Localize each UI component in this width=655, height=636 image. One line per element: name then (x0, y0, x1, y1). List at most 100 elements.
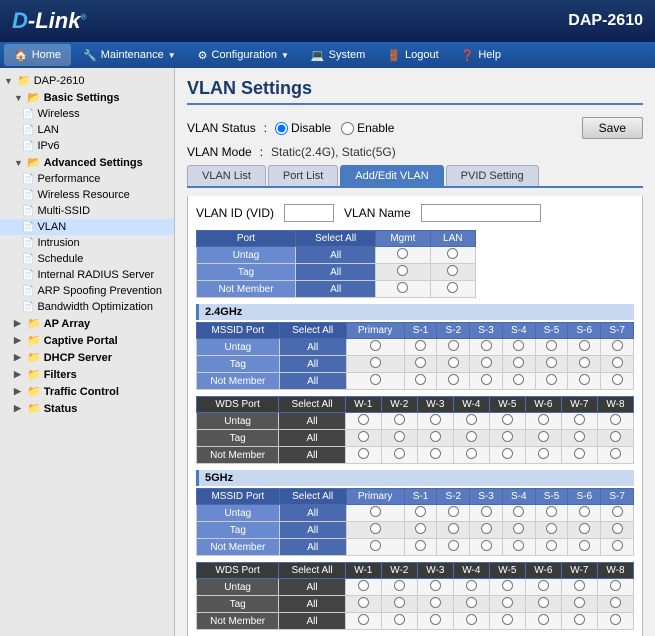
radio-wds5-tag-w4[interactable] (466, 597, 477, 608)
radio-5-tag-pri[interactable] (370, 523, 381, 534)
radio-untag-mgmt[interactable] (397, 248, 408, 259)
radio-wds5-nm-w5[interactable] (502, 614, 513, 625)
radio-wds5-untag-w3[interactable] (430, 580, 441, 591)
radio-5-untag-s7[interactable] (612, 506, 623, 517)
radio-5-tag-s4[interactable] (513, 523, 524, 534)
radio-5-untag-pri[interactable] (370, 506, 381, 517)
radio-tag-mgmt[interactable] (397, 265, 408, 276)
tab-port-list[interactable]: Port List (268, 165, 338, 186)
radio-wds5-nm-w6[interactable] (538, 614, 549, 625)
radio-5-nm-s6[interactable] (579, 540, 590, 551)
radio-wds5-tag-w2[interactable] (394, 597, 405, 608)
radio-5-tag-s2[interactable] (448, 523, 459, 534)
sidebar-group-traffic[interactable]: ▶ 📁 Traffic Control (0, 383, 174, 400)
sidebar-root[interactable]: ▼ 📁 DAP-2610 (0, 72, 174, 89)
radio-24-nm-s6[interactable] (579, 374, 590, 385)
radio-wds5-nm-w2[interactable] (394, 614, 405, 625)
radio-wds24-nm-w1[interactable] (358, 448, 369, 459)
radio-5-nm-s7[interactable] (612, 540, 623, 551)
save-button-top[interactable]: Save (582, 117, 643, 139)
radio-24-tag-s5[interactable] (546, 357, 557, 368)
radio-untag-lan[interactable] (447, 248, 458, 259)
radio-wds5-untag-w1[interactable] (358, 580, 369, 591)
sidebar-group-filters[interactable]: ▶ 📁 Filters (0, 366, 174, 383)
radio-wds5-tag-w3[interactable] (430, 597, 441, 608)
radio-wds5-tag-w5[interactable] (502, 597, 513, 608)
radio-24-nm-s2[interactable] (448, 374, 459, 385)
sidebar-group-captive[interactable]: ▶ 📁 Captive Portal (0, 332, 174, 349)
radio-wds5-tag-w7[interactable] (574, 597, 585, 608)
radio-wds24-tag-w4[interactable] (466, 431, 477, 442)
sidebar-group-dhcp[interactable]: ▶ 📁 DHCP Server (0, 349, 174, 366)
sidebar-item-intrusion[interactable]: 📄 Intrusion (0, 235, 174, 251)
vlan-name-input[interactable] (421, 204, 541, 222)
sidebar-item-multi-ssid[interactable]: 📄 Multi-SSID (0, 203, 174, 219)
radio-24-nm-pri[interactable] (370, 374, 381, 385)
radio-5-nm-s2[interactable] (448, 540, 459, 551)
radio-wds5-nm-w8[interactable] (610, 614, 621, 625)
radio-wds5-tag-w1[interactable] (358, 597, 369, 608)
radio-5-tag-s1[interactable] (415, 523, 426, 534)
tab-add-edit-vlan[interactable]: Add/Edit VLAN (340, 165, 443, 186)
radio-24-nm-s3[interactable] (481, 374, 492, 385)
radio-24-tag-s6[interactable] (579, 357, 590, 368)
sidebar-group-advanced[interactable]: ▼ 📂 Advanced Settings (0, 154, 174, 171)
radio-5-untag-s2[interactable] (448, 506, 459, 517)
sidebar-group-status[interactable]: ▶ 📁 Status (0, 400, 174, 417)
sidebar-group-ap-array[interactable]: ▶ 📁 AP Array (0, 315, 174, 332)
radio-wds5-untag-w7[interactable] (574, 580, 585, 591)
radio-wds24-nm-w6[interactable] (538, 448, 549, 459)
sidebar-item-ipv6[interactable]: 📄 IPv6 (0, 138, 174, 154)
radio-5-nm-s3[interactable] (481, 540, 492, 551)
radio-24-untag-s1[interactable] (415, 340, 426, 351)
sidebar-item-wireless-resource[interactable]: 📄 Wireless Resource (0, 187, 174, 203)
radio-wds5-tag-w6[interactable] (538, 597, 549, 608)
radio-wds24-untag-w1[interactable] (358, 414, 369, 425)
radio-wds24-nm-w4[interactable] (466, 448, 477, 459)
sidebar-item-lan[interactable]: 📄 LAN (0, 122, 174, 138)
radio-wds24-tag-w5[interactable] (502, 431, 513, 442)
radio-wds24-nm-w7[interactable] (574, 448, 585, 459)
nav-help[interactable]: ❓ Help (451, 44, 511, 66)
sidebar-item-vlan[interactable]: 📄 VLAN (0, 219, 174, 235)
radio-wds24-untag-w7[interactable] (574, 414, 585, 425)
sidebar-item-radius[interactable]: 📄 Internal RADIUS Server (0, 267, 174, 283)
radio-24-untag-s2[interactable] (448, 340, 459, 351)
nav-configuration[interactable]: ⚙ Configuration ▼ (188, 44, 299, 66)
radio-24-nm-s5[interactable] (546, 374, 557, 385)
radio-wds24-tag-w1[interactable] (358, 431, 369, 442)
radio-wds24-nm-w5[interactable] (502, 448, 513, 459)
radio-24-nm-s7[interactable] (612, 374, 623, 385)
sidebar-item-wireless[interactable]: 📄 Wireless (0, 106, 174, 122)
radio-5-untag-s4[interactable] (513, 506, 524, 517)
radio-5-nm-s4[interactable] (513, 540, 524, 551)
radio-24-tag-s2[interactable] (448, 357, 459, 368)
tag-all[interactable]: All (296, 264, 376, 281)
sidebar-item-schedule[interactable]: 📄 Schedule (0, 251, 174, 267)
radio-enable[interactable] (341, 122, 354, 135)
radio-24-untag-s7[interactable] (612, 340, 623, 351)
radio-wds24-tag-w2[interactable] (394, 431, 405, 442)
radio-24-tag-s7[interactable] (612, 357, 623, 368)
radio-wds24-tag-w3[interactable] (430, 431, 441, 442)
radio-wds24-untag-w4[interactable] (466, 414, 477, 425)
radio-24-untag-s3[interactable] (481, 340, 492, 351)
untag-all[interactable]: All (296, 247, 376, 264)
radio-wds24-untag-w5[interactable] (502, 414, 513, 425)
notmember-all[interactable]: All (296, 281, 376, 298)
radio-disable-label[interactable]: Disable (275, 121, 331, 135)
radio-wds5-nm-w7[interactable] (574, 614, 585, 625)
radio-wds5-untag-w2[interactable] (394, 580, 405, 591)
radio-wds5-untag-w6[interactable] (538, 580, 549, 591)
radio-5-tag-s7[interactable] (612, 523, 623, 534)
radio-wds5-untag-w5[interactable] (502, 580, 513, 591)
radio-24-nm-s4[interactable] (513, 374, 524, 385)
radio-wds5-untag-w8[interactable] (610, 580, 621, 591)
sidebar-item-bandwidth[interactable]: 📄 Bandwidth Optimization (0, 299, 174, 315)
radio-wds24-tag-w7[interactable] (574, 431, 585, 442)
radio-5-tag-s3[interactable] (481, 523, 492, 534)
nav-system[interactable]: 💻 System (301, 44, 375, 66)
radio-5-nm-s1[interactable] (415, 540, 426, 551)
radio-5-untag-s6[interactable] (579, 506, 590, 517)
radio-wds24-untag-w6[interactable] (538, 414, 549, 425)
